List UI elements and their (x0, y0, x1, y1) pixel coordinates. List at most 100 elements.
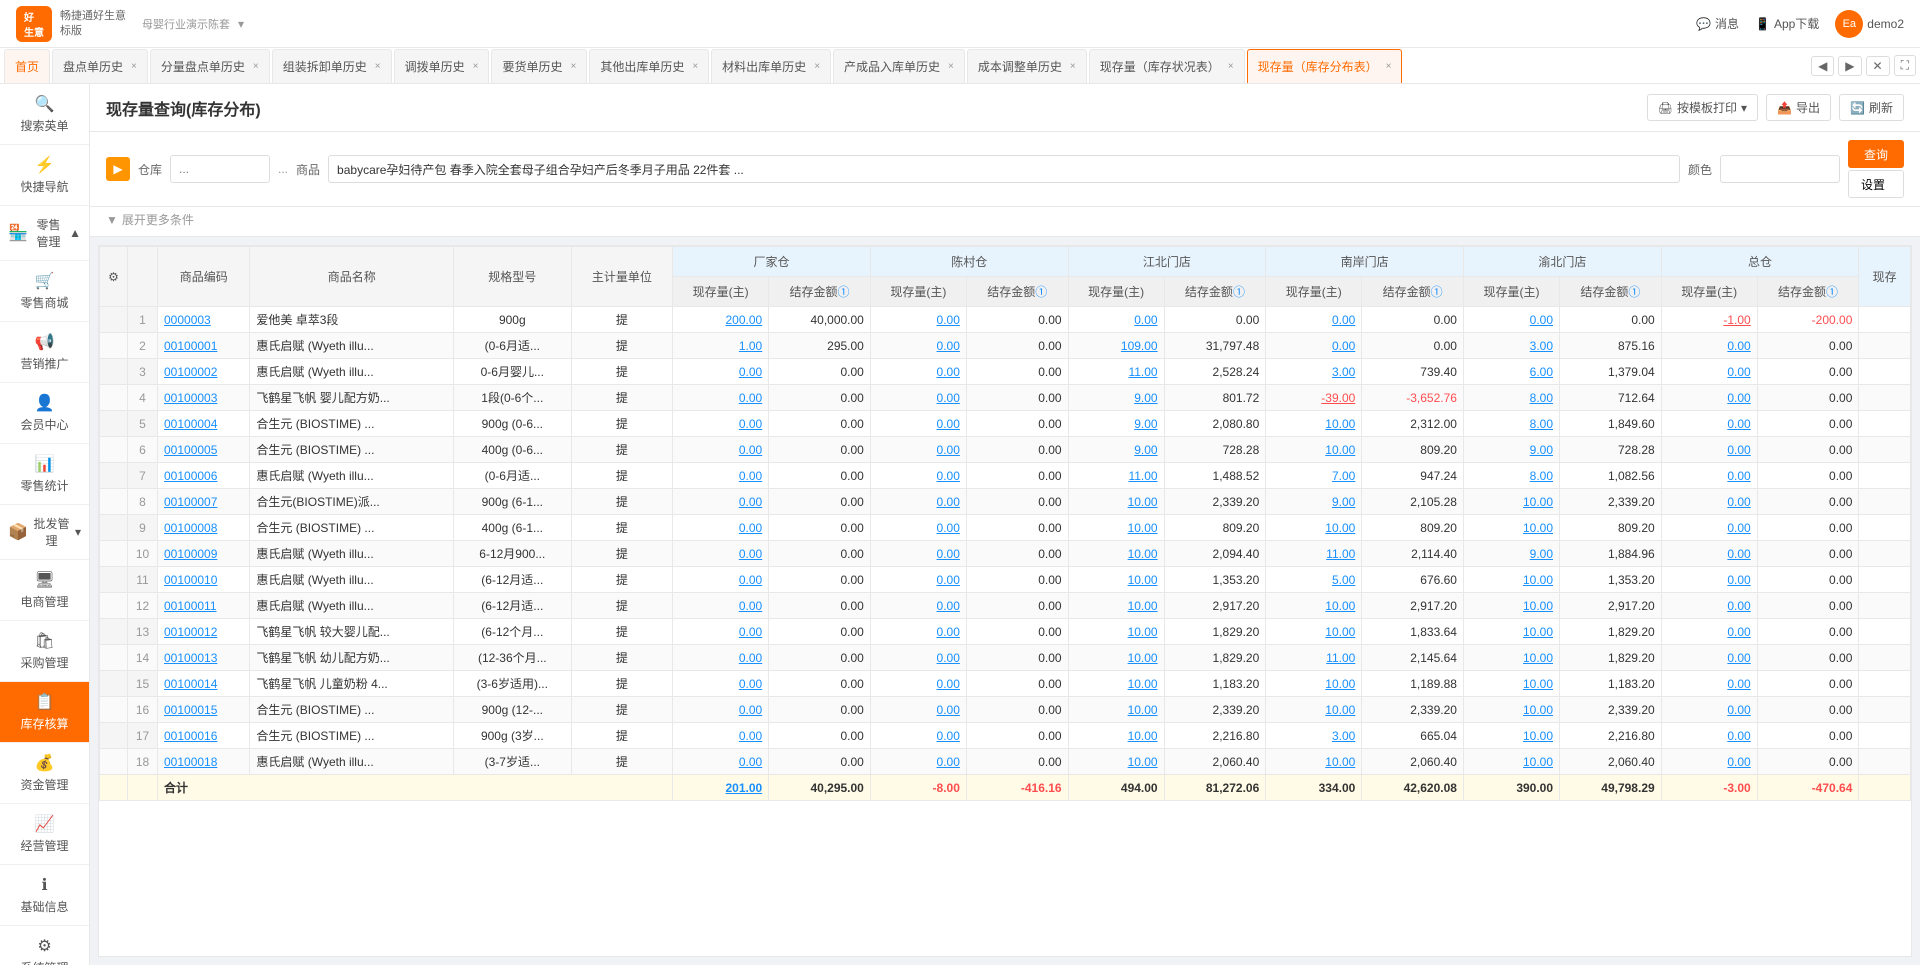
tab-chengtiao[interactable]: 成本调整单历史 × (967, 49, 1087, 83)
tab-diaopo[interactable]: 调拨单历史 × (394, 49, 490, 83)
row-total-qty[interactable]: 0.00 (1661, 359, 1757, 385)
tab-cailiao-close[interactable]: × (814, 61, 820, 72)
tab-prev[interactable]: ◀ (1811, 56, 1834, 76)
row-yubei-qty[interactable]: 9.00 (1463, 437, 1559, 463)
row-yubei-qty[interactable]: 9.00 (1463, 541, 1559, 567)
sidebar-item-finance[interactable]: 💰 资金管理 (0, 743, 89, 804)
row-code[interactable]: 00100018 (158, 749, 250, 775)
tab-yaohuo-close[interactable]: × (570, 61, 576, 72)
row-yubei-qty[interactable]: 10.00 (1463, 671, 1559, 697)
row-nanan-qty[interactable]: 3.00 (1266, 723, 1362, 749)
row-jiangbei-qty[interactable]: 10.00 (1068, 645, 1164, 671)
row-chen-qty[interactable]: 0.00 (870, 567, 966, 593)
row-chen-qty[interactable]: 0.00 (870, 593, 966, 619)
sidebar-item-search[interactable]: 🔍 搜索英单 (0, 84, 89, 145)
tab-qita-close[interactable]: × (692, 61, 698, 72)
row-nanan-qty[interactable]: 10.00 (1266, 619, 1362, 645)
message-btn[interactable]: 💬 消息 (1696, 15, 1739, 32)
row-code[interactable]: 00100008 (158, 515, 250, 541)
tab-close-all[interactable]: ✕ (1866, 56, 1890, 76)
sidebar-item-member[interactable]: 👤 会员中心 (0, 383, 89, 444)
row-jiangbei-qty[interactable]: 11.00 (1068, 359, 1164, 385)
row-yubei-qty[interactable]: 10.00 (1463, 697, 1559, 723)
row-jiangbei-qty[interactable]: 10.00 (1068, 619, 1164, 645)
row-chen-qty[interactable]: 0.00 (870, 333, 966, 359)
row-chen-qty[interactable]: 0.00 (870, 541, 966, 567)
row-nanan-qty[interactable]: 11.00 (1266, 645, 1362, 671)
row-nanan-qty[interactable]: -39.00 (1266, 385, 1362, 411)
row-code[interactable]: 00100016 (158, 723, 250, 749)
row-chen-qty[interactable]: 0.00 (870, 619, 966, 645)
row-total-qty[interactable]: 0.00 (1661, 489, 1757, 515)
nav-dropdown-arrow[interactable]: ▾ (238, 17, 244, 31)
tab-kucun-status-close[interactable]: × (1228, 61, 1234, 72)
sidebar-item-marketing[interactable]: 📢 营销推广 (0, 322, 89, 383)
row-yubei-qty[interactable]: 8.00 (1463, 463, 1559, 489)
row-factory-qty[interactable]: 0.00 (673, 645, 769, 671)
row-total-qty[interactable]: 0.00 (1661, 515, 1757, 541)
row-jiangbei-qty[interactable]: 10.00 (1068, 567, 1164, 593)
row-factory-qty[interactable]: 0.00 (673, 385, 769, 411)
row-nanan-qty[interactable]: 10.00 (1266, 697, 1362, 723)
row-chen-qty[interactable]: 0.00 (870, 307, 966, 333)
row-factory-qty[interactable]: 0.00 (673, 541, 769, 567)
sidebar-item-nav[interactable]: ⚡ 快捷导航 (0, 145, 89, 206)
row-chen-qty[interactable]: 0.00 (870, 723, 966, 749)
row-nanan-qty[interactable]: 5.00 (1266, 567, 1362, 593)
tab-pandian-close[interactable]: × (131, 61, 137, 72)
tab-home[interactable]: 首页 (4, 49, 50, 83)
tab-yaohuo[interactable]: 要货单历史 × (491, 49, 587, 83)
row-chen-qty[interactable]: 0.00 (870, 645, 966, 671)
sidebar-item-basic[interactable]: ℹ 基础信息 (0, 865, 89, 926)
row-total-qty[interactable]: 0.00 (1661, 619, 1757, 645)
row-chen-qty[interactable]: 0.00 (870, 697, 966, 723)
row-yubei-qty[interactable]: 10.00 (1463, 593, 1559, 619)
sidebar-item-inventory[interactable]: 📋 库存核算 (0, 682, 89, 743)
tab-fenpandian[interactable]: 分量盘点单历史 × (150, 49, 270, 83)
goods-input[interactable] (328, 155, 1680, 183)
tab-chancheng[interactable]: 产成品入库单历史 × (833, 49, 965, 83)
row-code[interactable]: 00100013 (158, 645, 250, 671)
row-factory-qty[interactable]: 0.00 (673, 411, 769, 437)
tab-qita[interactable]: 其他出库单历史 × (589, 49, 709, 83)
row-total-qty[interactable]: 0.00 (1661, 723, 1757, 749)
row-factory-qty[interactable]: 0.00 (673, 749, 769, 775)
row-jiangbei-qty[interactable]: 9.00 (1068, 437, 1164, 463)
tab-kucun-status[interactable]: 现存量（库存状况表） × (1089, 49, 1245, 83)
tab-chancheng-close[interactable]: × (948, 61, 954, 72)
row-yubei-qty[interactable]: 10.00 (1463, 567, 1559, 593)
tab-kucun-dist[interactable]: 现存量（库存分布表） × (1247, 49, 1403, 83)
row-code[interactable]: 00100009 (158, 541, 250, 567)
color-input[interactable] (1720, 155, 1840, 183)
row-factory-qty[interactable]: 200.00 (673, 307, 769, 333)
row-total-qty[interactable]: 0.00 (1661, 593, 1757, 619)
app-download-btn[interactable]: 📱 App下载 (1755, 15, 1819, 32)
row-chen-qty[interactable]: 0.00 (870, 749, 966, 775)
row-total-qty[interactable]: -1.00 (1661, 307, 1757, 333)
row-factory-qty[interactable]: 1.00 (673, 333, 769, 359)
row-total-qty[interactable]: 0.00 (1661, 437, 1757, 463)
row-code[interactable]: 00100001 (158, 333, 250, 359)
row-code[interactable]: 00100002 (158, 359, 250, 385)
row-jiangbei-qty[interactable]: 0.00 (1068, 307, 1164, 333)
row-total-qty[interactable]: 0.00 (1661, 463, 1757, 489)
row-factory-qty[interactable]: 0.00 (673, 671, 769, 697)
tab-zuche-close[interactable]: × (375, 61, 381, 72)
row-code[interactable]: 00100012 (158, 619, 250, 645)
row-chen-qty[interactable]: 0.00 (870, 463, 966, 489)
row-total-qty[interactable]: 0.00 (1661, 411, 1757, 437)
row-chen-qty[interactable]: 0.00 (870, 411, 966, 437)
row-factory-qty[interactable]: 0.00 (673, 437, 769, 463)
row-yubei-qty[interactable]: 10.00 (1463, 723, 1559, 749)
row-jiangbei-qty[interactable]: 10.00 (1068, 723, 1164, 749)
tab-fenpandian-close[interactable]: × (253, 61, 259, 72)
row-jiangbei-qty[interactable]: 9.00 (1068, 411, 1164, 437)
row-yubei-qty[interactable]: 10.00 (1463, 619, 1559, 645)
row-nanan-qty[interactable]: 11.00 (1266, 541, 1362, 567)
row-total-qty[interactable]: 0.00 (1661, 645, 1757, 671)
row-factory-qty[interactable]: 0.00 (673, 723, 769, 749)
user-area[interactable]: Ea demo2 (1835, 10, 1904, 38)
row-code[interactable]: 0000003 (158, 307, 250, 333)
tab-fullscreen[interactable]: ⛶ (1894, 55, 1916, 76)
row-code[interactable]: 00100014 (158, 671, 250, 697)
